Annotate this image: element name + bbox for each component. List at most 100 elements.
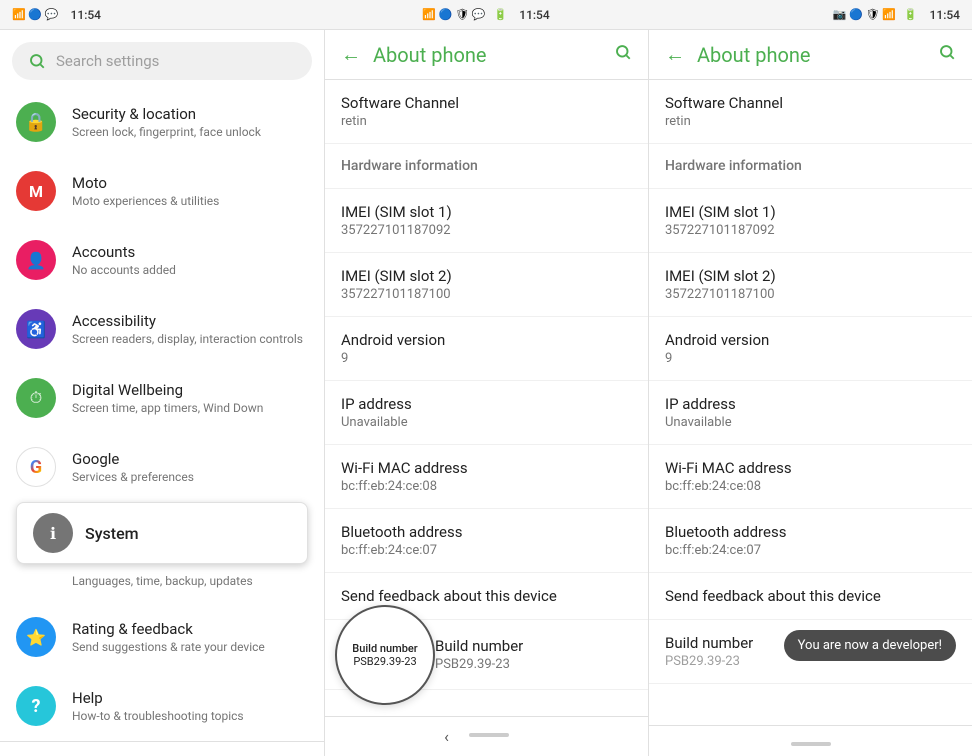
status-icon-1: 📶 🔵 💬 [12,8,59,21]
status-time-2: 11:54 [519,8,549,22]
about-item-hardware-info: Hardware information [325,144,648,189]
hardware-info-title: Hardware information [341,158,632,174]
system-tooltip: ℹ System [16,502,308,564]
digital-icon: ⏱ [16,378,56,418]
settings-item-google[interactable]: G Google Services & preferences [0,433,324,502]
about-item-build[interactable]: Build number PSB29.39-23 Build number PS… [325,620,648,690]
software-channel-title-2: Software Channel [665,94,956,112]
bluetooth-title-2: Bluetooth address [665,523,956,541]
ip-title: IP address [341,395,632,413]
back-button-1[interactable]: ← [341,42,361,67]
about-panel-2: ← About phone Software Channel retin Har… [649,30,972,756]
about-title-2: About phone [697,43,926,67]
imei1-title: IMEI (SIM slot 1) [341,203,632,221]
search-input-placeholder: Search settings [56,52,159,70]
help-title: Help [72,689,244,707]
status-bar: 📶 🔵 💬 11:54 📶 🔵 🛡 💬 🔋 11:54 📷 🔵 🛡 📶 🔋 11… [0,0,972,30]
system-tooltip-label: System [85,524,139,543]
about-item-hardware-info-2: Hardware information [649,144,972,189]
status-right: 📷 🔵 🛡 📶 🔋 11:54 [644,8,960,22]
settings-panel: Search settings 🔒 Security & location Sc… [0,30,325,756]
bluetooth-value: bc:ff:eb:24:ce:07 [341,543,632,558]
about-item-imei2-2[interactable]: IMEI (SIM slot 2) 357227101187100 [649,253,972,317]
settings-item-help[interactable]: ? Help How-to & troubleshooting topics [0,672,324,741]
about-back-nav-1[interactable]: ‹ [444,727,449,746]
status-icon-3: 📷 🔵 🛡 📶 [833,8,896,21]
settings-item-rating[interactable]: ⭐ Rating & feedback Send suggestions & r… [0,603,324,672]
build-circle-value: PSB29.39-23 [353,655,416,668]
status-battery-2: 🔋 [904,8,918,21]
about-title-1: About phone [373,43,602,67]
imei2-title-2: IMEI (SIM slot 2) [665,267,956,285]
system-subtitle: Languages, time, backup, updates [72,574,253,588]
rating-icon: ⭐ [16,617,56,657]
main-layout: Search settings 🔒 Security & location Sc… [0,30,972,756]
rating-title: Rating & feedback [72,620,265,638]
digital-title: Digital Wellbeing [72,381,263,399]
imei1-value: 357227101187092 [341,223,632,238]
wifi-value-2: bc:ff:eb:24:ce:08 [665,479,956,494]
about-item-wifi[interactable]: Wi-Fi MAC address bc:ff:eb:24:ce:08 [325,445,648,509]
bluetooth-value-2: bc:ff:eb:24:ce:07 [665,543,956,558]
back-nav-icon[interactable]: ‹ [120,752,125,756]
imei2-value-2: 357227101187100 [665,287,956,302]
about-item-imei1-2[interactable]: IMEI (SIM slot 1) 357227101187092 [649,189,972,253]
status-time-3: 11:54 [930,8,960,22]
about-item-android-version-2[interactable]: Android version 9 [649,317,972,381]
about-item-imei1[interactable]: IMEI (SIM slot 1) 357227101187092 [325,189,648,253]
about-item-imei2[interactable]: IMEI (SIM slot 2) 357227101187100 [325,253,648,317]
moto-subtitle: Moto experiences & utilities [72,194,219,208]
about-item-ip[interactable]: IP address Unavailable [325,381,648,445]
settings-item-accounts[interactable]: 👤 Accounts No accounts added [0,226,324,295]
system-tooltip-container: ℹ System Languages, time, backup, update… [0,502,324,603]
search-button-1[interactable] [614,43,632,66]
accounts-subtitle: No accounts added [72,263,176,277]
status-icon-2: 📶 🔵 🛡 💬 [422,8,485,21]
about-item-software-channel[interactable]: Software Channel retin [325,80,648,144]
imei1-value-2: 357227101187092 [665,223,956,238]
help-icon: ? [16,686,56,726]
moto-icon: M [16,171,56,211]
wifi-title-2: Wi-Fi MAC address [665,459,956,477]
android-version-value: 9 [341,351,632,366]
about-header-1: ← About phone [325,30,648,80]
accessibility-icon: ♿ [16,309,56,349]
about-item-bluetooth[interactable]: Bluetooth address bc:ff:eb:24:ce:07 [325,509,648,573]
settings-item-security[interactable]: 🔒 Security & location Screen lock, finge… [0,88,324,157]
back-button-2[interactable]: ← [665,42,685,67]
about-bottom-nav-1: ‹ [325,716,648,756]
about-item-software-channel-2[interactable]: Software Channel retin [649,80,972,144]
security-subtitle: Screen lock, fingerprint, face unlock [72,125,261,139]
about-item-feedback-2[interactable]: Send feedback about this device [649,573,972,620]
software-channel-subtitle-2: retin [665,114,956,129]
search-icon [28,52,46,70]
accessibility-title: Accessibility [72,312,303,330]
about-item-bluetooth-2[interactable]: Bluetooth address bc:ff:eb:24:ce:07 [649,509,972,573]
security-icon: 🔒 [16,102,56,142]
about-item-ip-2[interactable]: IP address Unavailable [649,381,972,445]
about-item-android-version[interactable]: Android version 9 [325,317,648,381]
settings-item-moto[interactable]: M Moto Moto experiences & utilities [0,157,324,226]
google-icon: G [16,447,56,487]
moto-title: Moto [72,174,219,192]
android-version-title-2: Android version [665,331,956,349]
build-circle-title: Build number [348,642,421,655]
ip-title-2: IP address [665,395,956,413]
settings-item-accessibility[interactable]: ♿ Accessibility Screen readers, display,… [0,295,324,364]
hardware-info-title-2: Hardware information [665,158,956,174]
ip-value: Unavailable [341,415,632,430]
settings-item-system[interactable]: Languages, time, backup, updates [0,564,324,603]
accounts-icon: 👤 [16,240,56,280]
search-bar[interactable]: Search settings [12,42,312,80]
about-item-wifi-2[interactable]: Wi-Fi MAC address bc:ff:eb:24:ce:08 [649,445,972,509]
search-button-2[interactable] [938,43,956,66]
accounts-title: Accounts [72,243,176,261]
build-title: Build number [435,637,523,655]
rating-subtitle: Send suggestions & rate your device [72,640,265,654]
about-item-build-2[interactable]: Build number PSB29.39-23 You are now a d… [649,620,972,684]
status-time-1: 11:54 [71,8,101,22]
build-circle: Build number PSB29.39-23 [335,605,435,705]
build-value: PSB29.39-23 [435,657,523,672]
digital-subtitle: Screen time, app timers, Wind Down [72,401,263,415]
settings-item-digital[interactable]: ⏱ Digital Wellbeing Screen time, app tim… [0,364,324,433]
